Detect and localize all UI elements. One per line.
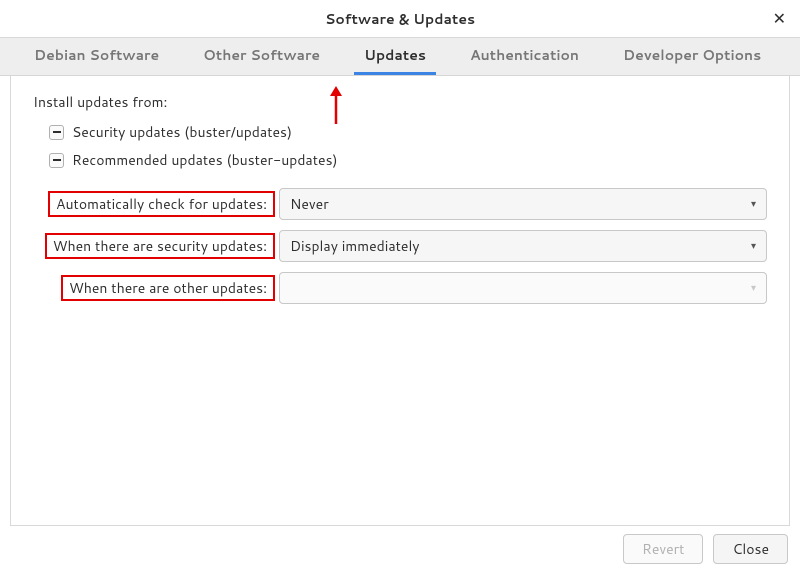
- security-updates-label: When there are security updates:: [33, 233, 279, 260]
- source-label: Security updates (buster/updates): [72, 122, 292, 142]
- combo-value: Display immediately: [290, 236, 420, 256]
- tab-label: Updates: [364, 45, 426, 65]
- chevron-down-icon: ▾: [751, 239, 756, 253]
- tab-label: Debian Software: [34, 45, 159, 65]
- security-updates-row: When there are security updates: Display…: [33, 230, 767, 262]
- tab-label: Other Software: [203, 45, 320, 65]
- highlight-box: When there are security updates:: [45, 233, 275, 260]
- highlight-box: When there are other updates:: [61, 275, 275, 302]
- chevron-down-icon: ▾: [751, 281, 756, 295]
- other-updates-row: When there are other updates: ▾: [33, 272, 767, 304]
- source-recommended-row: Recommended updates (buster-updates): [49, 150, 767, 170]
- content-area: Install updates from: Security updates (…: [10, 76, 790, 526]
- install-from-label: Install updates from:: [33, 92, 767, 112]
- dash-icon: [53, 159, 61, 161]
- revert-button: Revert: [623, 534, 703, 564]
- button-label: Close: [732, 539, 769, 559]
- settings-area: Automatically check for updates: Never ▾…: [33, 188, 767, 304]
- highlight-box: Automatically check for updates:: [48, 191, 275, 218]
- other-updates-label: When there are other updates:: [33, 275, 279, 302]
- tab-developer-options[interactable]: Developer Options: [613, 38, 771, 75]
- checkbox-security-updates[interactable]: [49, 125, 64, 140]
- other-updates-combo: ▾: [279, 272, 767, 304]
- tab-bar: Debian Software Other Software Updates A…: [0, 38, 800, 76]
- checkbox-recommended-updates[interactable]: [49, 153, 64, 168]
- chevron-down-icon: ▾: [751, 197, 756, 211]
- security-updates-combo[interactable]: Display immediately ▾: [279, 230, 767, 262]
- tab-label: Developer Options: [623, 45, 761, 65]
- tab-updates[interactable]: Updates: [354, 38, 436, 75]
- tab-other-software[interactable]: Other Software: [193, 38, 330, 75]
- close-button[interactable]: Close: [713, 534, 788, 564]
- auto-check-label: Automatically check for updates:: [33, 191, 279, 218]
- close-icon[interactable]: ✕: [769, 7, 790, 31]
- combo-value: Never: [290, 194, 329, 214]
- window-title: Software & Updates: [325, 9, 475, 29]
- button-label: Revert: [642, 539, 684, 559]
- source-security-row: Security updates (buster/updates): [49, 122, 767, 142]
- tab-label: Authentication: [470, 45, 579, 65]
- tab-authentication[interactable]: Authentication: [460, 38, 589, 75]
- dash-icon: [53, 131, 61, 133]
- auto-check-combo[interactable]: Never ▾: [279, 188, 767, 220]
- tab-debian-software[interactable]: Debian Software: [24, 38, 169, 75]
- source-label: Recommended updates (buster-updates): [72, 150, 338, 170]
- footer: Revert Close: [0, 526, 800, 571]
- auto-check-row: Automatically check for updates: Never ▾: [33, 188, 767, 220]
- titlebar: Software & Updates ✕: [0, 0, 800, 38]
